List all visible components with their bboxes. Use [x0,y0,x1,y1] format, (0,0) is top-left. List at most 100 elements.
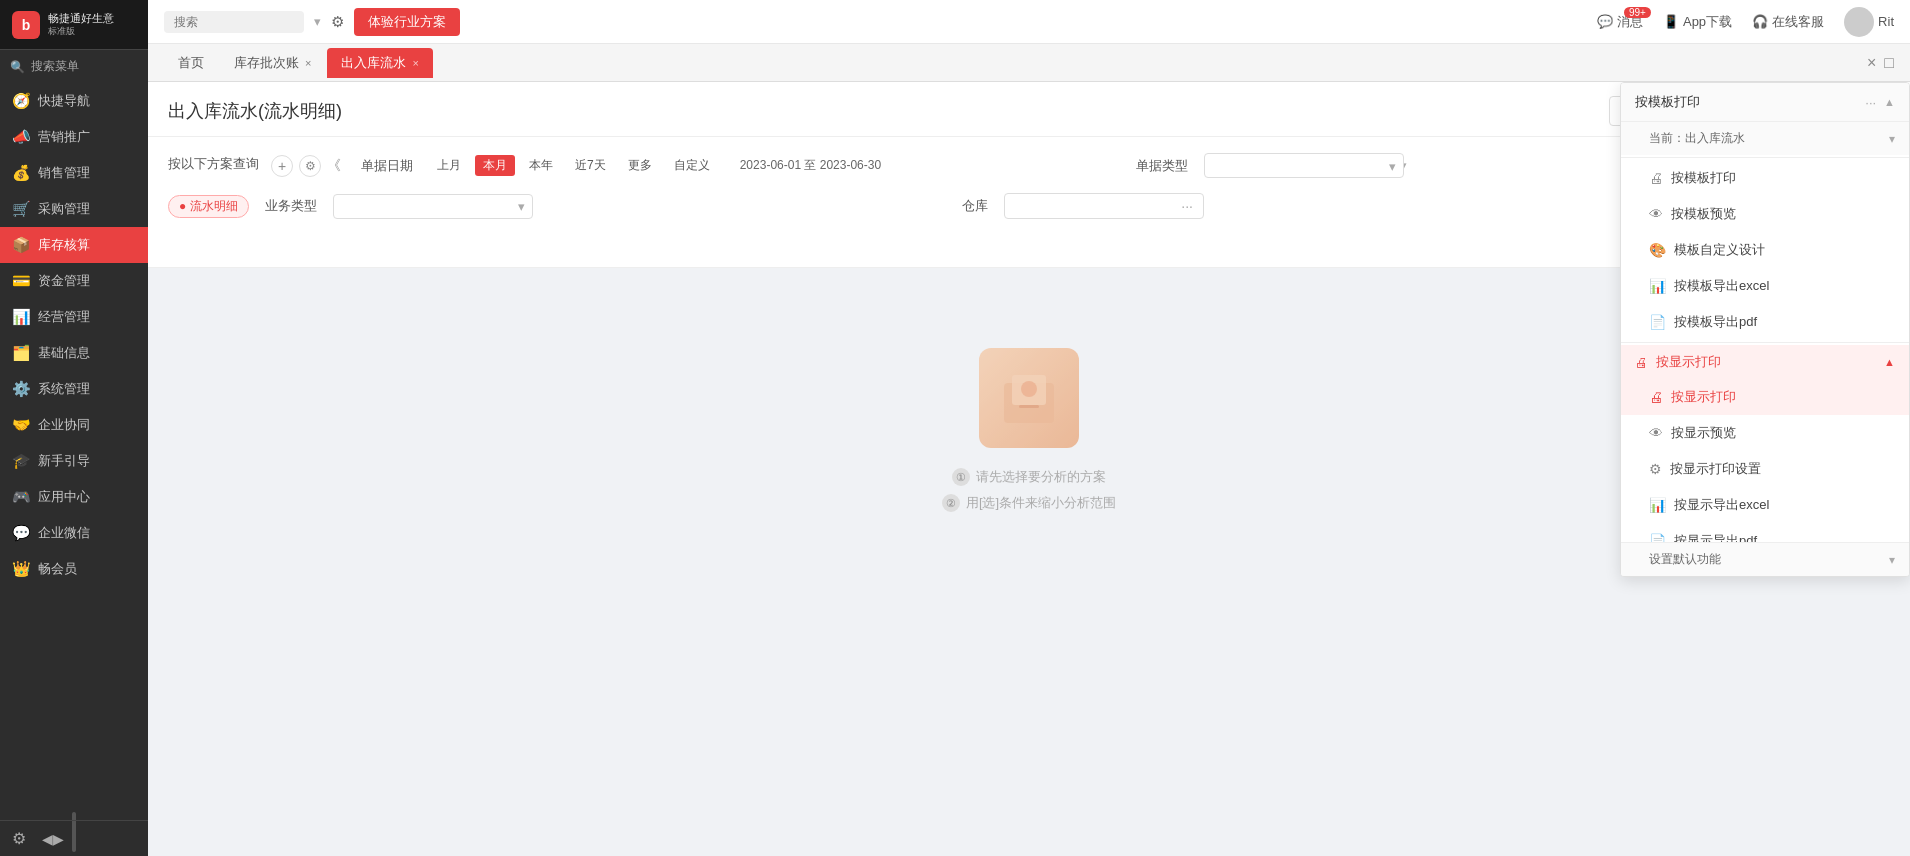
sidebar-item-quick-nav[interactable]: 🧭 快捷导航 [0,83,148,119]
page-content: 出入库流水(流水明细) 🖨 按模板打印 ▲ ⬆ 导出 🔄 刷新 [148,82,1910,856]
marketing-icon: 📣 [12,128,30,146]
window-close-btn[interactable]: × [1867,54,1876,72]
dropdown-item-template-design[interactable]: 🎨 模板自定义设计 [1621,232,1909,268]
content-wrapper: 出入库流水(流水明细) 🖨 按模板打印 ▲ ⬆ 导出 🔄 刷新 [148,82,1910,856]
sidebar-item-label: 企业协同 [38,416,90,434]
window-max-btn[interactable]: □ [1884,54,1894,72]
dropdown-current[interactable]: 当前：出入库流水 ▾ [1621,122,1909,155]
warehouse-input-wrapper: ··· [1004,193,1204,219]
date-shortcut-custom[interactable]: 自定义 [666,155,718,176]
date-shortcut-current-month[interactable]: 本月 [475,155,515,176]
app-download-button[interactable]: 📱 App下载 [1663,13,1732,31]
section-header-left: 🖨 按显示打印 [1635,353,1721,371]
dropdown-expand-icon[interactable]: ▲ [1884,96,1895,108]
dropdown-item-show-preview[interactable]: 👁 按显示预览 [1621,415,1909,451]
dropdown-item-show-print[interactable]: 🖨 按显示打印 [1621,379,1909,415]
member-icon: 👑 [12,560,30,578]
industry-solution-button[interactable]: 体验行业方案 [354,8,460,36]
sidebar-item-enterprise[interactable]: 🤝 企业协同 [0,407,148,443]
page-title: 出入库流水(流水明细) [168,99,342,123]
purchase-icon: 🛒 [12,200,30,218]
user-name: Rit [1878,14,1894,29]
date-shortcut-more[interactable]: 更多 [620,155,660,176]
dropdown-item-label: 按显示导出excel [1674,496,1769,514]
filter-add-button[interactable]: + [271,155,293,177]
dropdown-more-icon[interactable]: ··· [1865,95,1876,110]
online-service-button[interactable]: 🎧 在线客服 [1752,13,1824,31]
sidebar-item-label: 系统管理 [38,380,90,398]
sidebar-item-purchase[interactable]: 🛒 采购管理 [0,191,148,227]
preview-show-icon: 👁 [1649,425,1663,441]
dropdown-item-template-print[interactable]: 🖨 按模板打印 [1621,160,1909,196]
sidebar-item-apps[interactable]: 🎮 应用中心 [0,479,148,515]
collapse-icon[interactable]: ◀▶ [42,831,64,847]
tab-inventory-batch[interactable]: 库存批次账 × [220,48,325,78]
sidebar-item-marketing[interactable]: 📣 营销推广 [0,119,148,155]
voucher-type-select[interactable] [1204,153,1404,178]
filter-collapse-button[interactable]: 《 [327,157,341,175]
dropdown-item-show-pdf[interactable]: 📄 按显示导出pdf [1621,523,1909,542]
sidebar-item-finance[interactable]: 💳 资金管理 [0,263,148,299]
sidebar-item-label: 基础信息 [38,344,90,362]
tab-inventory-batch-close[interactable]: × [305,57,311,69]
messages-badge: 99+ [1624,7,1651,18]
tab-inventory-flow[interactable]: 出入库流水 × [327,48,432,78]
phone-icon: 📱 [1663,14,1679,29]
sidebar-item-member[interactable]: 👑 畅会员 [0,551,148,587]
sidebar-item-operations[interactable]: 📊 经营管理 [0,299,148,335]
tab-inventory-flow-label: 出入库流水 [341,54,406,72]
tab-home[interactable]: 首页 [164,48,218,78]
dropdown-item-show-excel[interactable]: 📊 按显示导出excel [1621,487,1909,523]
printer-template-icon: 🖨 [1649,170,1663,186]
sidebar-item-label: 资金管理 [38,272,90,290]
dropdown-header-actions: ··· ▲ [1865,95,1895,110]
sidebar-item-label: 畅会员 [38,560,77,578]
sales-icon: 💰 [12,164,30,182]
svg-point-2 [1021,381,1037,397]
topbar-dropdown-icon[interactable]: ▾ [314,14,321,29]
guide-icon: 🎓 [12,452,30,470]
design-template-icon: 🎨 [1649,242,1666,258]
tab-inventory-flow-close[interactable]: × [412,57,418,69]
dropdown-item-template-preview[interactable]: 👁 按模板预览 [1621,196,1909,232]
sidebar-item-label: 应用中心 [38,488,90,506]
tip-text-1: 请先选择要分析的方案 [976,468,1106,486]
sidebar-item-sales[interactable]: 💰 销售管理 [0,155,148,191]
date-range: 2023-06-01 至 2023-06-30 [740,157,881,174]
business-type-select[interactable] [333,194,533,219]
sidebar-item-basics[interactable]: 🗂️ 基础信息 [0,335,148,371]
dropdown-item-show-settings[interactable]: ⚙ 按显示打印设置 [1621,451,1909,487]
wechat-icon: 💬 [12,524,30,542]
sidebar-search[interactable]: 🔍 搜索菜单 [0,50,148,83]
logo-icon: b [12,11,40,39]
show-print-section-header[interactable]: 🖨 按显示打印 ▲ [1621,345,1909,379]
divider-2 [1621,342,1909,343]
printer-show-icon: 🖨 [1649,389,1663,405]
date-shortcut-7days[interactable]: 近7天 [567,155,614,176]
sidebar-item-wechat[interactable]: 💬 企业微信 [0,515,148,551]
topbar-search-input[interactable] [164,11,304,33]
warehouse-more-icon[interactable]: ··· [1181,198,1193,214]
pdf-show-icon: 📄 [1649,533,1666,542]
messages-button[interactable]: 💬 消息 99+ [1597,13,1643,31]
user-avatar[interactable]: Rit [1844,7,1894,37]
settings-icon[interactable]: ⚙ [12,829,26,848]
sidebar-nav: 🧭 快捷导航 📣 营销推广 💰 销售管理 🛒 采购管理 📦 库存核算 💳 资金管… [0,83,148,812]
sidebar-item-system[interactable]: ⚙️ 系统管理 [0,371,148,407]
tab-home-label: 首页 [178,54,204,72]
dropdown-footer[interactable]: 设置默认功能 ▾ [1621,542,1909,576]
dropdown-item-template-excel[interactable]: 📊 按模板导出excel [1621,268,1909,304]
tip-num-1: ① [952,468,970,486]
topbar-gear-icon[interactable]: ⚙ [331,13,344,31]
date-shortcut-current-year[interactable]: 本年 [521,155,561,176]
date-shortcut-prev-month[interactable]: 上月 [429,155,469,176]
filter-setting-button[interactable]: ⚙ [299,155,321,177]
dropdown-item-label: 按显示预览 [1671,424,1736,442]
sidebar-item-inventory[interactable]: 📦 库存核算 [0,227,148,263]
dropdown-item-template-pdf[interactable]: 📄 按模板导出pdf [1621,304,1909,340]
sidebar-item-label: 经营管理 [38,308,90,326]
dropdown-header: 按模板打印 ··· ▲ [1621,83,1909,122]
sidebar-item-guide[interactable]: 🎓 新手引导 [0,443,148,479]
sidebar-item-label: 销售管理 [38,164,90,182]
dropdown-item-label: 按显示打印设置 [1670,460,1761,478]
